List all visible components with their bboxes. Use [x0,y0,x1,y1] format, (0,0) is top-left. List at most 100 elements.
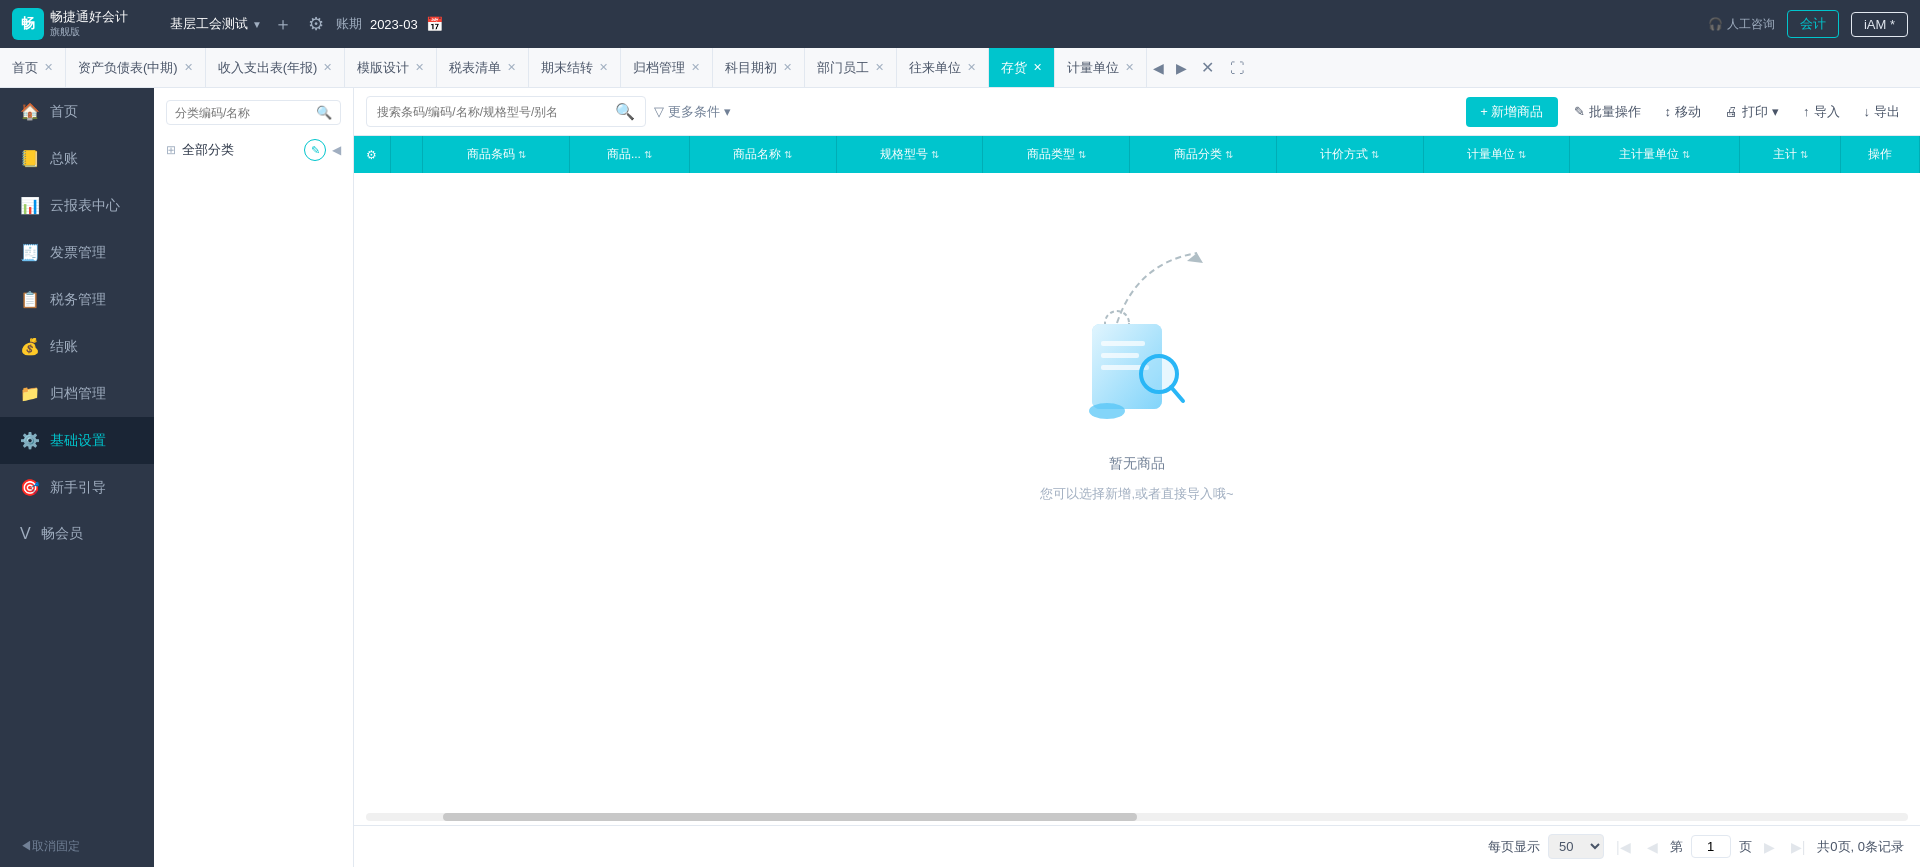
sidebar-item-member[interactable]: V 畅会员 [0,511,154,557]
support-button[interactable]: 🎧 人工咨询 [1708,16,1775,33]
svg-rect-4 [1101,341,1145,346]
category-search-input[interactable] [175,106,316,120]
tab-close-icon[interactable]: ✕ [323,61,332,74]
col-header-category[interactable]: 商品分类⇅ [1130,136,1277,173]
sort-icon: ⇅ [1518,149,1526,160]
company-selector[interactable]: 基层工会测试 ▼ [170,15,262,33]
tab-item[interactable]: 科目期初✕ [713,48,805,88]
sidebar: 🏠 首页 📒 总账 📊 云报表中心 🧾 发票管理 📋 税务管理 💰 结账 📁 归… [0,88,154,867]
filter-button[interactable]: ▽ 更多条件 ▾ [654,103,731,121]
unpin-button[interactable]: ◀取消固定 [0,826,154,867]
horizontal-scrollbar[interactable] [366,813,1908,821]
tab-close-icon[interactable]: ✕ [1033,61,1042,74]
main-search-box[interactable]: 🔍 [366,96,646,127]
col-header-unit[interactable]: 计量单位⇅ [1423,136,1570,173]
empty-state: 暂无商品 您可以选择新增,或者直接导入哦~ [354,173,1920,573]
tab-item[interactable]: 税表清单✕ [437,48,529,88]
iam-button[interactable]: iAM * [1851,12,1908,37]
sidebar-item-invoice[interactable]: 🧾 发票管理 [0,229,154,276]
sidebar-member-label: 畅会员 [41,525,83,543]
import-button[interactable]: ↑ 导入 [1795,98,1848,126]
per-page-select[interactable]: 102050100 [1548,834,1604,859]
col-header-type[interactable]: 商品类型⇅ [983,136,1130,173]
col-header-price_method[interactable]: 计价方式⇅ [1276,136,1423,173]
sidebar-item-checkout[interactable]: 💰 结账 [0,323,154,370]
col-header-barcode[interactable]: 商品条码⇅ [423,136,570,173]
tab-close-icon[interactable]: ✕ [599,61,608,74]
sidebar-item-tax[interactable]: 📋 税务管理 [0,276,154,323]
category-header[interactable]: ⊞ 全部分类 ✎ ◀ [166,135,341,165]
last-page-button[interactable]: ▶| [1787,837,1810,857]
tab-close-icon[interactable]: ✕ [184,61,193,74]
next-page-button[interactable]: ▶ [1760,837,1779,857]
sidebar-reports-icon: 📊 [20,196,40,215]
period-value: 2023-03 [370,17,418,32]
sidebar-checkout-label: 结账 [50,338,78,356]
scroll-thumb[interactable] [443,813,1137,821]
support-label: 人工咨询 [1727,16,1775,33]
col-header-spec[interactable]: 规格型号⇅ [836,136,983,173]
sort-icon: ⇅ [1078,149,1086,160]
toolbar: 🔍 ▽ 更多条件 ▾ + 新增商品 ✎ 批量操作 ↕ 移动 [354,88,1920,136]
tab-close-icon[interactable]: ✕ [1125,61,1134,74]
account-button[interactable]: 会计 [1787,10,1839,38]
tab-item[interactable]: 计量单位✕ [1055,48,1147,88]
sidebar-item-guide[interactable]: 🎯 新手引导 [0,464,154,511]
new-product-button[interactable]: + 新增商品 [1466,97,1557,127]
tab-item[interactable]: 往来单位✕ [897,48,989,88]
page-input[interactable] [1691,835,1731,858]
sidebar-item-settings[interactable]: ⚙️ 基础设置 [0,417,154,464]
prev-page-button[interactable]: ◀ [1643,837,1662,857]
category-search-icon[interactable]: 🔍 [316,105,332,120]
col-header-name[interactable]: 商品名称⇅ [689,136,836,173]
import-label: 导入 [1814,103,1840,121]
col-header-main_count[interactable]: 主计⇅ [1740,136,1840,173]
calendar-icon[interactable]: 📅 [426,16,443,32]
header-right: 🎧 人工咨询 会计 iAM * [1708,10,1908,38]
settings-button[interactable]: ⚙ [304,9,328,39]
tab-close-icon[interactable]: ✕ [507,61,516,74]
add-tab-button[interactable]: ＋ [270,8,296,40]
move-button[interactable]: ↕ 移动 [1657,98,1710,126]
tab-item[interactable]: 资产负债表(中期)✕ [66,48,206,88]
batch-button[interactable]: ✎ 批量操作 [1566,98,1649,126]
sidebar-item-reports[interactable]: 📊 云报表中心 [0,182,154,229]
tab-item[interactable]: 部门员工✕ [805,48,897,88]
tab-close-icon[interactable]: ✕ [783,61,792,74]
col-header-code[interactable]: 商品...⇅ [570,136,690,173]
tab-item[interactable]: 模版设计✕ [345,48,437,88]
tab-item[interactable]: 归档管理✕ [621,48,713,88]
tab-item[interactable]: 收入支出表(年报)✕ [206,48,346,88]
expand-button[interactable]: ⛶ [1222,56,1252,80]
tab-item[interactable]: 期末结转✕ [529,48,621,88]
close-all-tabs-button[interactable]: ✕ [1193,54,1222,81]
tab-nav-right-button[interactable]: ▶ [1170,56,1193,80]
collapse-button[interactable]: ◀ [332,143,341,157]
export-button[interactable]: ↓ 导出 [1856,98,1909,126]
tab-close-icon[interactable]: ✕ [875,61,884,74]
logo-area: 畅 畅捷通好会计 旗舰版 [12,8,162,40]
content-with-panel: 🔍 ⊞ 全部分类 ✎ ◀ 🔍 ▽ [154,88,1920,867]
main-search-input[interactable] [377,105,609,119]
category-search-box[interactable]: 🔍 [166,100,341,125]
sidebar-item-home[interactable]: 🏠 首页 [0,88,154,135]
sidebar-item-archive[interactable]: 📁 归档管理 [0,370,154,417]
tab-close-icon[interactable]: ✕ [44,61,53,74]
print-button[interactable]: 🖨 打印 ▾ [1717,98,1787,126]
category-edit-button[interactable]: ✎ [304,139,326,161]
tab-close-icon[interactable]: ✕ [415,61,424,74]
right-content: 🔍 ▽ 更多条件 ▾ + 新增商品 ✎ 批量操作 ↕ 移动 [354,88,1920,867]
tab-nav-left-button[interactable]: ◀ [1147,56,1170,80]
tab-item[interactable]: 存货✕ [989,48,1055,88]
header-middle: 基层工会测试 ▼ ＋ ⚙ 账期 2023-03 📅 [170,8,1700,40]
tab-close-icon[interactable]: ✕ [691,61,700,74]
tab-close-icon[interactable]: ✕ [967,61,976,74]
export-label: 导出 [1874,103,1900,121]
sidebar-checkout-icon: 💰 [20,337,40,356]
sidebar-item-ledger[interactable]: 📒 总账 [0,135,154,182]
first-page-button[interactable]: |◀ [1612,837,1635,857]
pagination: 每页显示 102050100 |◀ ◀ 第 页 ▶ ▶| 共0页, 0条记录 [354,825,1920,867]
col-header-main_unit[interactable]: 主计量单位⇅ [1570,136,1740,173]
tab-item[interactable]: 首页✕ [0,48,66,88]
page-suffix-label: 页 [1739,838,1752,856]
